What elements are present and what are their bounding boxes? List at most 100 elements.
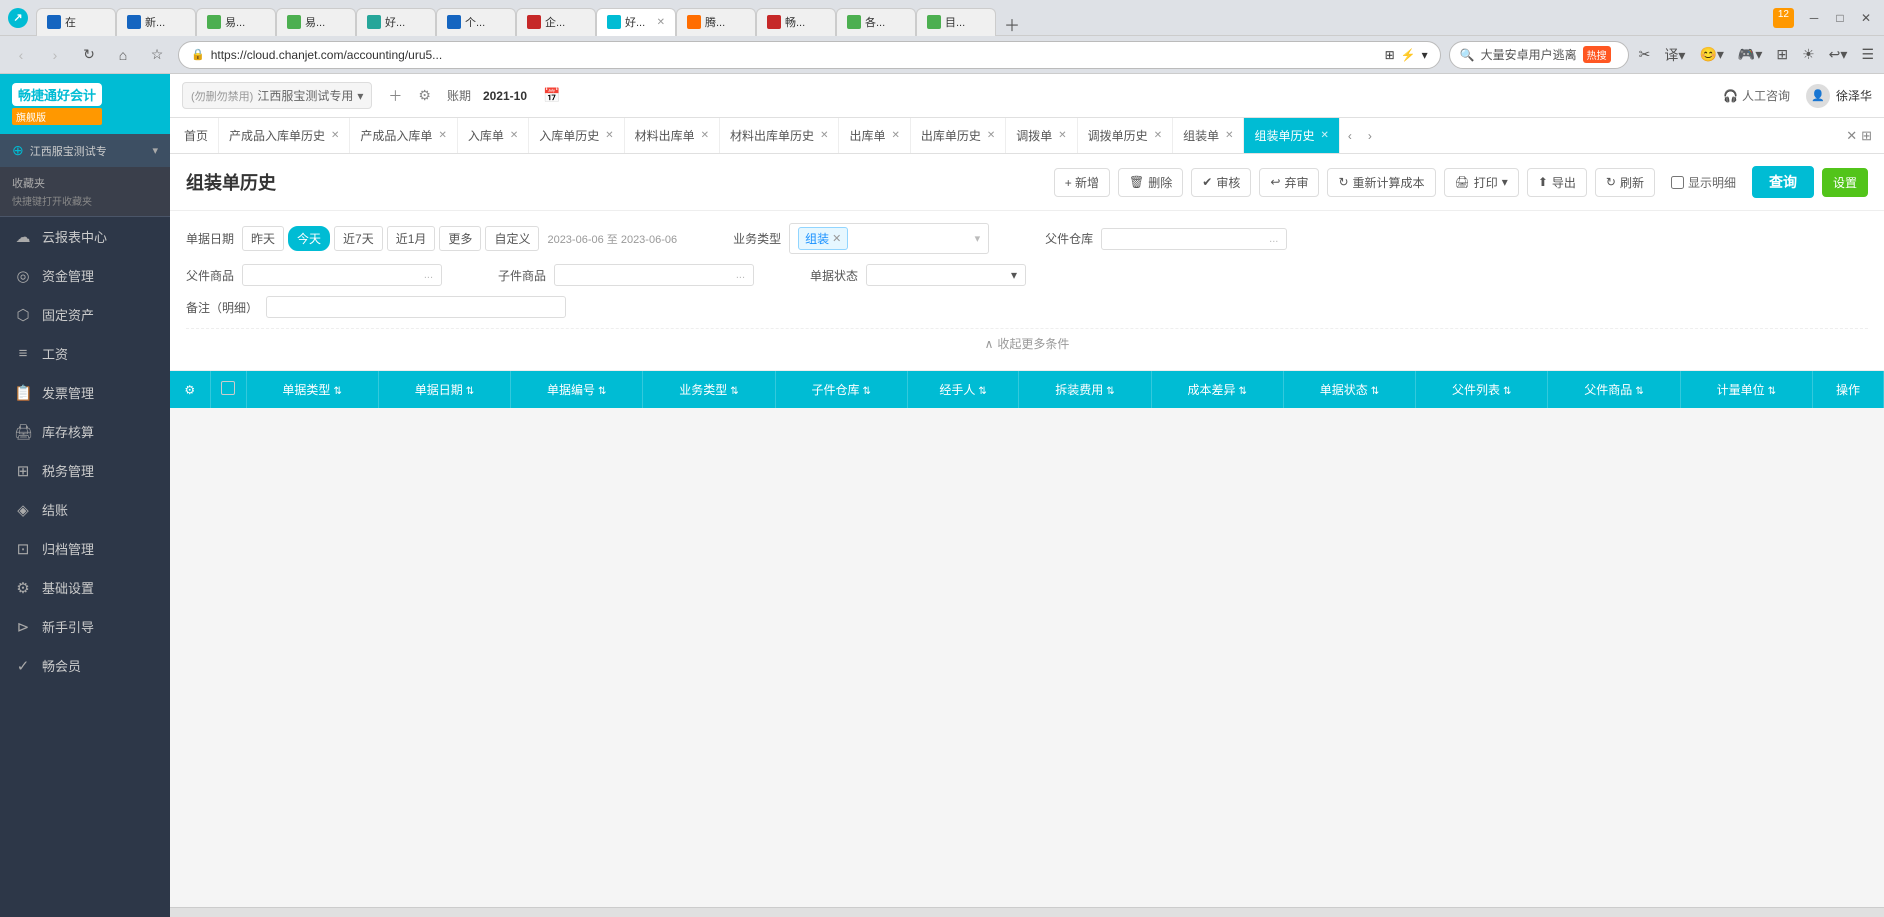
grid-icon[interactable]: ⊞ (1774, 44, 1790, 65)
col-settings[interactable]: ⚙ (170, 371, 210, 408)
filter-biz-type-input[interactable]: 组装 ✕ ▾ (789, 223, 989, 254)
tab-close-6[interactable]: ✕ (820, 130, 828, 141)
support-btn[interactable]: 🎧 人工咨询 (1723, 87, 1790, 104)
tab-close-7[interactable]: ✕ (891, 130, 899, 141)
tab-close-12[interactable]: ✕ (1321, 130, 1329, 141)
address-qr-icon[interactable]: ⊞ (1385, 48, 1395, 62)
tab-close-5[interactable]: ✕ (701, 130, 709, 141)
settings-btn[interactable]: 设置 (1822, 168, 1868, 197)
parent-goods-text-input[interactable] (251, 268, 420, 282)
browser-tab-9[interactable]: 腾... (676, 8, 756, 36)
tab-options[interactable]: ⊞ (1861, 128, 1872, 144)
browser-tab-6[interactable]: 个... (436, 8, 516, 36)
col-handler[interactable]: 经手人⇅ (907, 371, 1018, 408)
new-tab-btn[interactable]: ＋ (996, 12, 1028, 36)
minimize-btn[interactable]: ─ (1804, 8, 1824, 28)
tab-outbound-history[interactable]: 出库单历史 ✕ (911, 118, 1006, 154)
col-child-wh[interactable]: 子件仓库⇅ (775, 371, 907, 408)
tab-close-11[interactable]: ✕ (1225, 130, 1233, 141)
refresh-btn[interactable]: ↻ 刷新 (1595, 168, 1655, 197)
sidebar-item-cloud-report[interactable]: ☁ 云报表中心 (0, 217, 170, 256)
tab-close-10[interactable]: ✕ (1154, 130, 1162, 141)
sidebar-item-tax[interactable]: ⊞ 税务管理 (0, 451, 170, 490)
tab-material-outbound-history[interactable]: 材料出库单历史 ✕ (720, 118, 839, 154)
undo-icon[interactable]: ↩▾ (1827, 44, 1850, 65)
filter-parent-goods-input[interactable]: ... (242, 264, 442, 286)
sidebar-item-fixed-assets[interactable]: ⬡ 固定资产 (0, 295, 170, 334)
add-company-btn[interactable]: ＋ (384, 82, 406, 110)
col-cost-diff[interactable]: 成本差异⇅ (1151, 371, 1283, 408)
parent-goods-dots[interactable]: ... (424, 269, 433, 281)
tab-finished-goods-history[interactable]: 产成品入库单历史 ✕ (219, 118, 350, 154)
browser-tab-7[interactable]: 企... (516, 8, 596, 36)
browser-tab-5[interactable]: 好... (356, 8, 436, 36)
select-all-checkbox[interactable] (221, 381, 235, 395)
col-biz-type[interactable]: 业务类型⇅ (643, 371, 775, 408)
sun-icon[interactable]: ☀ (1800, 44, 1817, 65)
notes-text-input[interactable] (275, 300, 557, 314)
audit-btn[interactable]: ✔ 审核 (1191, 168, 1251, 197)
date-1month-btn[interactable]: 近1月 (387, 226, 436, 251)
company-selector[interactable]: (勿删勿禁用) 江西服宝测试专用 ▾ (182, 82, 372, 109)
export-btn[interactable]: ⬆ 导出 (1527, 168, 1587, 197)
scissors-icon[interactable]: ✂ (1637, 44, 1653, 65)
translate-icon[interactable]: 译▾ (1662, 43, 1687, 67)
col-parent-list[interactable]: 父件列表⇅ (1416, 371, 1548, 408)
browser-tab-1[interactable]: 在 (36, 8, 116, 36)
reload-btn[interactable]: ↻ (76, 42, 102, 68)
tab-close-3[interactable]: ✕ (510, 130, 518, 141)
address-url[interactable]: https://cloud.chanjet.com/accounting/uru… (211, 48, 1379, 62)
date-7days-btn[interactable]: 近7天 (334, 226, 383, 251)
biz-type-dropdown[interactable]: ▾ (975, 232, 981, 245)
col-checkbox[interactable] (210, 371, 246, 408)
parent-wh-text-input[interactable] (1110, 232, 1265, 246)
date-more-btn[interactable]: 更多 (439, 226, 481, 251)
sidebar-item-inventory[interactable]: 🖨 库存核算 (0, 412, 170, 451)
settings-company-btn[interactable]: ⚙ (414, 83, 435, 108)
col-unit[interactable]: 计量单位⇅ (1680, 371, 1812, 408)
col-date[interactable]: 单据日期⇅ (378, 371, 510, 408)
filter-child-goods-input[interactable]: ... (554, 264, 754, 286)
close-btn[interactable]: ✕ (1856, 8, 1876, 28)
tab-close-4[interactable]: ✕ (605, 130, 613, 141)
sidebar-item-basic-settings[interactable]: ⚙ 基础设置 (0, 568, 170, 607)
tabs-scroll-left[interactable]: ‹ (1340, 129, 1360, 143)
display-detail-checkbox[interactable] (1671, 176, 1684, 189)
address-extension-icon[interactable]: ⚡ (1401, 48, 1416, 62)
abandon-btn[interactable]: ↩ 弃审 (1259, 168, 1319, 197)
sidebar-company-selector[interactable]: ⊕ 江西服宝测试专 ▾ (0, 134, 170, 167)
search-box[interactable]: 🔍 大量安卓用户逃离 热搜 (1449, 41, 1629, 69)
bookmark-btn[interactable]: ☆ (144, 42, 170, 68)
tab-close-2[interactable]: ✕ (438, 130, 446, 141)
menu-icon[interactable]: ☰ (1859, 44, 1876, 65)
col-number[interactable]: 单据编号⇅ (511, 371, 643, 408)
tab-material-outbound[interactable]: 材料出库单 ✕ (625, 118, 720, 154)
emoji-icon[interactable]: 😊▾ (1697, 44, 1725, 65)
game-icon[interactable]: 🎮▾ (1736, 44, 1764, 65)
forward-btn[interactable]: › (42, 42, 68, 68)
tab-inbound[interactable]: 入库单 ✕ (458, 118, 529, 154)
browser-tab-11[interactable]: 各... (836, 8, 916, 36)
query-btn[interactable]: 查询 (1752, 166, 1814, 198)
tab-finished-goods[interactable]: 产成品入库单 ✕ (350, 118, 457, 154)
col-type[interactable]: 单据类型⇅ (246, 371, 378, 408)
tab-outbound[interactable]: 出库单 ✕ (839, 118, 910, 154)
filter-notes-input[interactable] (266, 296, 566, 318)
tab-close-9[interactable]: ✕ (1058, 130, 1066, 141)
col-status[interactable]: 单据状态⇅ (1283, 371, 1415, 408)
sidebar-item-member[interactable]: ✓ 畅会员 (0, 646, 170, 685)
browser-tab-10[interactable]: 畅... (756, 8, 836, 36)
calendar-icon[interactable]: 📅 (539, 83, 564, 108)
sidebar-item-payroll[interactable]: ≡ 工资 (0, 334, 170, 373)
col-disassembly-fee[interactable]: 拆装费用⇅ (1019, 371, 1151, 408)
horizontal-scrollbar[interactable] (170, 907, 1884, 917)
tabs-scroll-right[interactable]: › (1360, 129, 1380, 143)
child-goods-dots[interactable]: ... (736, 269, 745, 281)
tab-close-1[interactable]: ✕ (331, 130, 339, 141)
parent-wh-dots[interactable]: ... (1269, 233, 1278, 245)
sidebar-item-invoice[interactable]: 📋 发票管理 (0, 373, 170, 412)
address-bar[interactable]: 🔒 https://cloud.chanjet.com/accounting/u… (178, 41, 1441, 69)
print-btn[interactable]: 🖨 打印 ▾ (1444, 168, 1519, 197)
child-goods-text-input[interactable] (563, 268, 732, 282)
tab-assembly-history[interactable]: 组装单历史 ✕ (1244, 118, 1339, 154)
